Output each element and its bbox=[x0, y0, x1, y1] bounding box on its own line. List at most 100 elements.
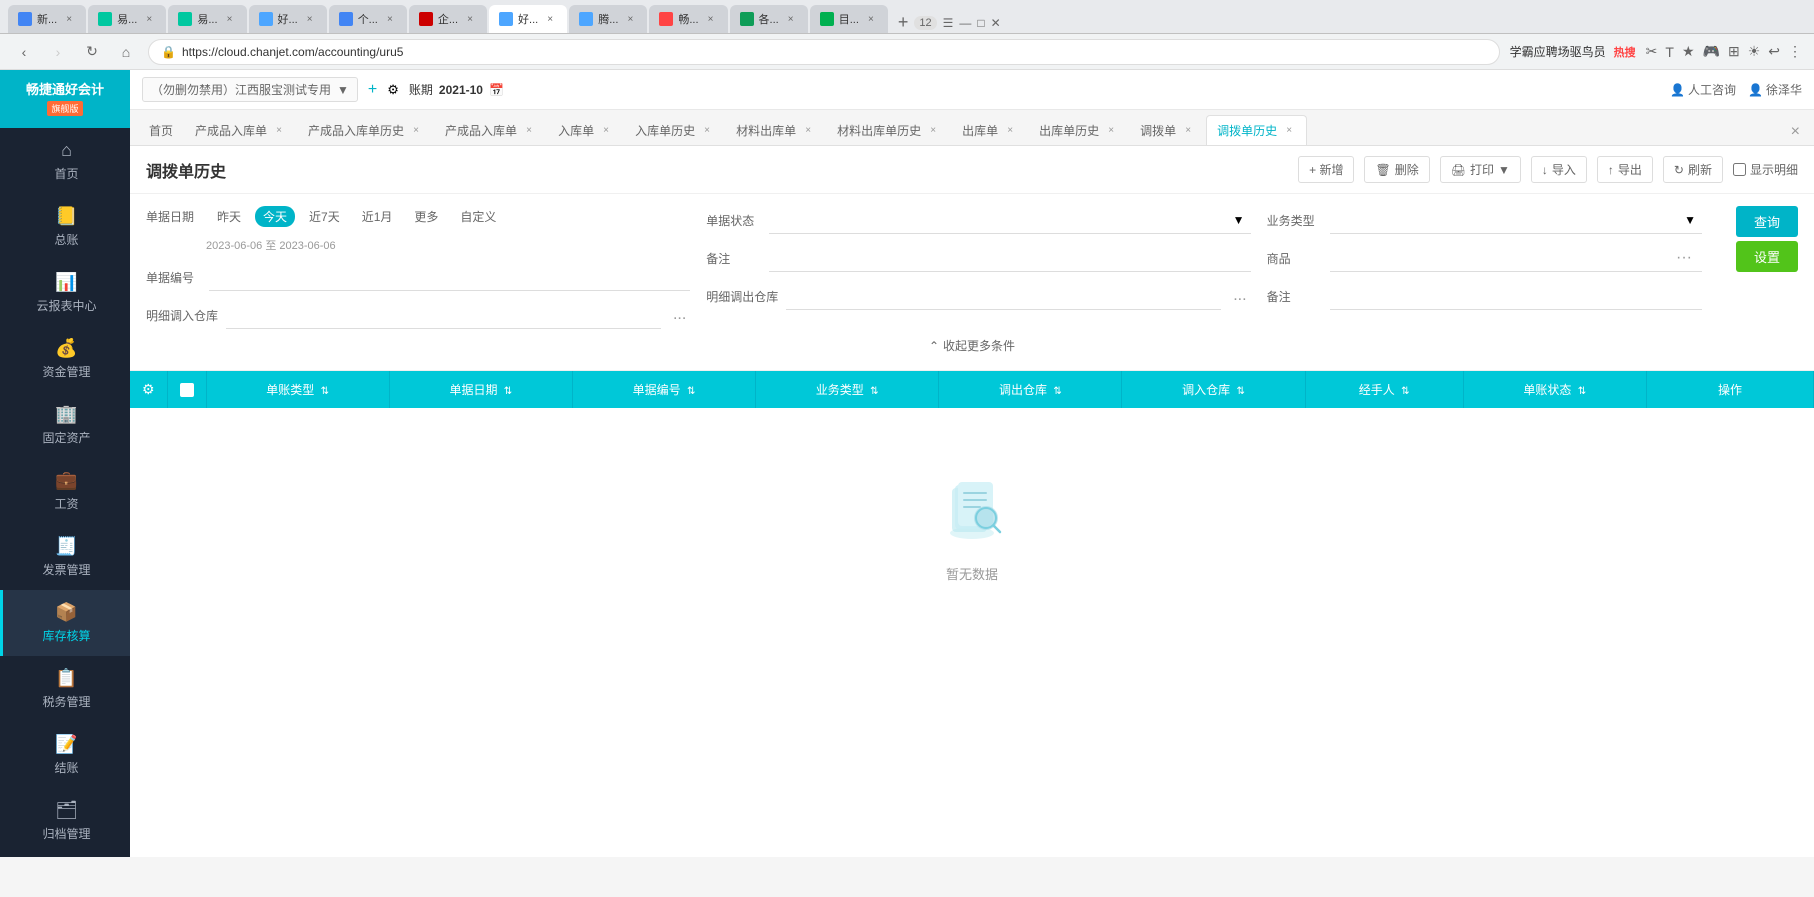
table-gear-icon[interactable]: ⚙ bbox=[142, 381, 155, 397]
th-status[interactable]: 单账状态 ⇅ bbox=[1463, 371, 1646, 408]
app-tab-out-bill[interactable]: 出库单 × bbox=[951, 115, 1028, 145]
company-selector[interactable]: （勿删勿禁用）江西服宝测试专用 ▼ bbox=[142, 77, 358, 102]
sidebar-item-tax[interactable]: 📋 税务管理 bbox=[0, 656, 130, 722]
sidebar-item-inventory[interactable]: 📦 库存核算 bbox=[0, 590, 130, 656]
browser-tab-9[interactable]: 畅... × bbox=[649, 5, 727, 33]
app-tab-close-transfer[interactable]: × bbox=[1181, 124, 1195, 138]
th-handler[interactable]: 经手人 ⇅ bbox=[1305, 371, 1463, 408]
date-btn-7days[interactable]: 近7天 bbox=[301, 206, 348, 227]
sidebar-item-assets[interactable]: 🏢 固定资产 bbox=[0, 392, 130, 458]
translate-icon[interactable]: T bbox=[1665, 44, 1674, 60]
remark2-input[interactable] bbox=[1330, 282, 1702, 310]
app-tab-in-hist[interactable]: 入库单历史 × bbox=[624, 115, 725, 145]
sidebar-item-home[interactable]: ⌂ 首页 bbox=[0, 128, 130, 194]
browser-tab-11[interactable]: 目... × bbox=[810, 5, 888, 33]
import-button[interactable]: ↓ 导入 bbox=[1531, 156, 1587, 183]
sidebar-item-archive[interactable]: 🗂 归档管理 bbox=[0, 788, 130, 854]
sidebar-item-payroll[interactable]: 💼 工资 bbox=[0, 458, 130, 524]
app-tab-prod-in-hist[interactable]: 产成品入库单历史 × bbox=[297, 115, 434, 145]
tab-menu-icon[interactable]: ☰ bbox=[943, 16, 954, 30]
th-in-wh[interactable]: 调入仓库 ⇅ bbox=[1122, 371, 1305, 408]
page-close-icon[interactable]: × bbox=[1785, 121, 1806, 143]
detail-in-dots[interactable]: ... bbox=[669, 306, 690, 324]
browser-tab-close-3[interactable]: × bbox=[223, 12, 237, 26]
close-page-btn[interactable]: × bbox=[1785, 121, 1806, 145]
game-icon[interactable]: 🎮 bbox=[1703, 43, 1720, 60]
goods-dots[interactable]: ··· bbox=[1672, 249, 1696, 267]
filter-settings-button[interactable]: 设置 bbox=[1736, 241, 1798, 272]
query-button[interactable]: 查询 bbox=[1736, 206, 1798, 237]
date-btn-today[interactable]: 今天 bbox=[255, 206, 295, 227]
th-biz[interactable]: 业务类型 ⇅ bbox=[756, 371, 939, 408]
sidebar-item-funds[interactable]: 💰 资金管理 bbox=[0, 326, 130, 392]
browser-tab-close-10[interactable]: × bbox=[784, 12, 798, 26]
app-tab-in-bill[interactable]: 入库单 × bbox=[547, 115, 624, 145]
browser-tab-close-5[interactable]: × bbox=[383, 12, 397, 26]
date-btn-custom[interactable]: 自定义 bbox=[452, 206, 504, 227]
browser-tab-4[interactable]: 好... × bbox=[249, 5, 327, 33]
sidebar-logo[interactable]: 畅捷通好会计 旗舰版 bbox=[0, 70, 130, 128]
scissors-icon[interactable]: ✂ bbox=[1646, 43, 1658, 60]
browser-tab-1[interactable]: 新... × bbox=[8, 5, 86, 33]
app-tab-close-out-bill[interactable]: × bbox=[1003, 124, 1017, 138]
biztype-select[interactable]: ▼ bbox=[1330, 206, 1702, 234]
browser-tab-3[interactable]: 易... × bbox=[168, 5, 246, 33]
app-tab-transfer-hist[interactable]: 调拨单历史 × bbox=[1206, 115, 1307, 145]
collapse-button[interactable]: ⌃ 收起更多条件 bbox=[929, 333, 1015, 358]
reload-button[interactable]: ↻ bbox=[80, 40, 104, 64]
user-btn[interactable]: 👤 徐泽华 bbox=[1748, 81, 1802, 98]
browser-tab-10[interactable]: 各... × bbox=[730, 5, 808, 33]
new-tab-btn[interactable]: + bbox=[898, 12, 909, 33]
undo-icon[interactable]: ↩ bbox=[1768, 43, 1780, 60]
show-all-input[interactable] bbox=[1733, 163, 1746, 176]
browser-tab-5[interactable]: 个... × bbox=[329, 5, 407, 33]
remark-input[interactable] bbox=[769, 244, 1250, 272]
th-type[interactable]: 单账类型 ⇅ bbox=[206, 371, 389, 408]
detail-in-input[interactable] bbox=[226, 301, 661, 329]
refresh-button[interactable]: ↻ 刷新 bbox=[1663, 156, 1723, 183]
app-tab-close-prod-in2[interactable]: × bbox=[522, 124, 536, 138]
app-tab-mat-out-hist[interactable]: 材料出库单历史 × bbox=[826, 115, 951, 145]
new-button[interactable]: + 新增 bbox=[1298, 156, 1354, 183]
browser-tab-8[interactable]: 腾... × bbox=[569, 5, 647, 33]
browser-tab-close-2[interactable]: × bbox=[142, 12, 156, 26]
sidebar-item-reports[interactable]: 📊 云报表中心 bbox=[0, 260, 130, 326]
th-no[interactable]: 单据编号 ⇅ bbox=[572, 371, 755, 408]
add-company-btn[interactable]: + bbox=[368, 81, 377, 99]
company-settings-btn[interactable]: ⚙ bbox=[387, 82, 399, 98]
browser-tab-close-6[interactable]: × bbox=[463, 12, 477, 26]
settings-dots-icon[interactable]: ⋮ bbox=[1788, 43, 1802, 60]
url-bar[interactable]: 🔒 https://cloud.chanjet.com/accounting/u… bbox=[148, 39, 1500, 65]
sidebar-item-ledger[interactable]: 📒 总账 bbox=[0, 194, 130, 260]
delete-button[interactable]: 🗑 删除 bbox=[1364, 156, 1429, 183]
table-select-all-checkbox[interactable] bbox=[180, 383, 194, 397]
browser-tab-close-1[interactable]: × bbox=[62, 12, 76, 26]
period-selector[interactable]: 账期 2021-10 📅 bbox=[409, 81, 504, 98]
date-btn-yesterday[interactable]: 昨天 bbox=[209, 206, 249, 227]
app-tab-transfer[interactable]: 调拨单 × bbox=[1129, 115, 1206, 145]
app-tab-close-transfer-hist[interactable]: × bbox=[1282, 124, 1296, 138]
app-tab-mat-out[interactable]: 材料出库单 × bbox=[725, 115, 826, 145]
app-tab-prod-in2[interactable]: 产成品入库单 × bbox=[434, 115, 547, 145]
window-close-icon[interactable]: ✕ bbox=[991, 16, 1001, 30]
docno-input[interactable] bbox=[209, 263, 690, 291]
minimize-icon[interactable]: — bbox=[959, 16, 971, 30]
goods-select[interactable]: ··· bbox=[1330, 244, 1702, 272]
export-button[interactable]: ↑ 导出 bbox=[1597, 156, 1653, 183]
app-tab-out-hist[interactable]: 出库单历史 × bbox=[1028, 115, 1129, 145]
browser-tab-6[interactable]: 企... × bbox=[409, 5, 487, 33]
app-tab-close-mat-out-hist[interactable]: × bbox=[926, 124, 940, 138]
sidebar-item-close[interactable]: 📝 结账 bbox=[0, 722, 130, 788]
status-select[interactable]: ▼ bbox=[769, 206, 1250, 234]
sidebar-item-invoice[interactable]: 🧾 发票管理 bbox=[0, 524, 130, 590]
th-out-wh[interactable]: 调出仓库 ⇅ bbox=[939, 371, 1122, 408]
th-checkbox[interactable] bbox=[167, 371, 206, 408]
print-button[interactable]: 🖨 打印 ▼ bbox=[1440, 156, 1521, 183]
app-tab-close-in-bill[interactable]: × bbox=[599, 124, 613, 138]
browser-tab-close-7[interactable]: × bbox=[543, 12, 557, 26]
app-tab-close-out-hist[interactable]: × bbox=[1104, 124, 1118, 138]
show-all-checkbox[interactable]: 显示明细 bbox=[1733, 161, 1798, 178]
star-icon[interactable]: ★ bbox=[1682, 43, 1695, 60]
home-button[interactable]: ⌂ bbox=[114, 40, 138, 64]
maximize-icon[interactable]: □ bbox=[977, 16, 984, 30]
